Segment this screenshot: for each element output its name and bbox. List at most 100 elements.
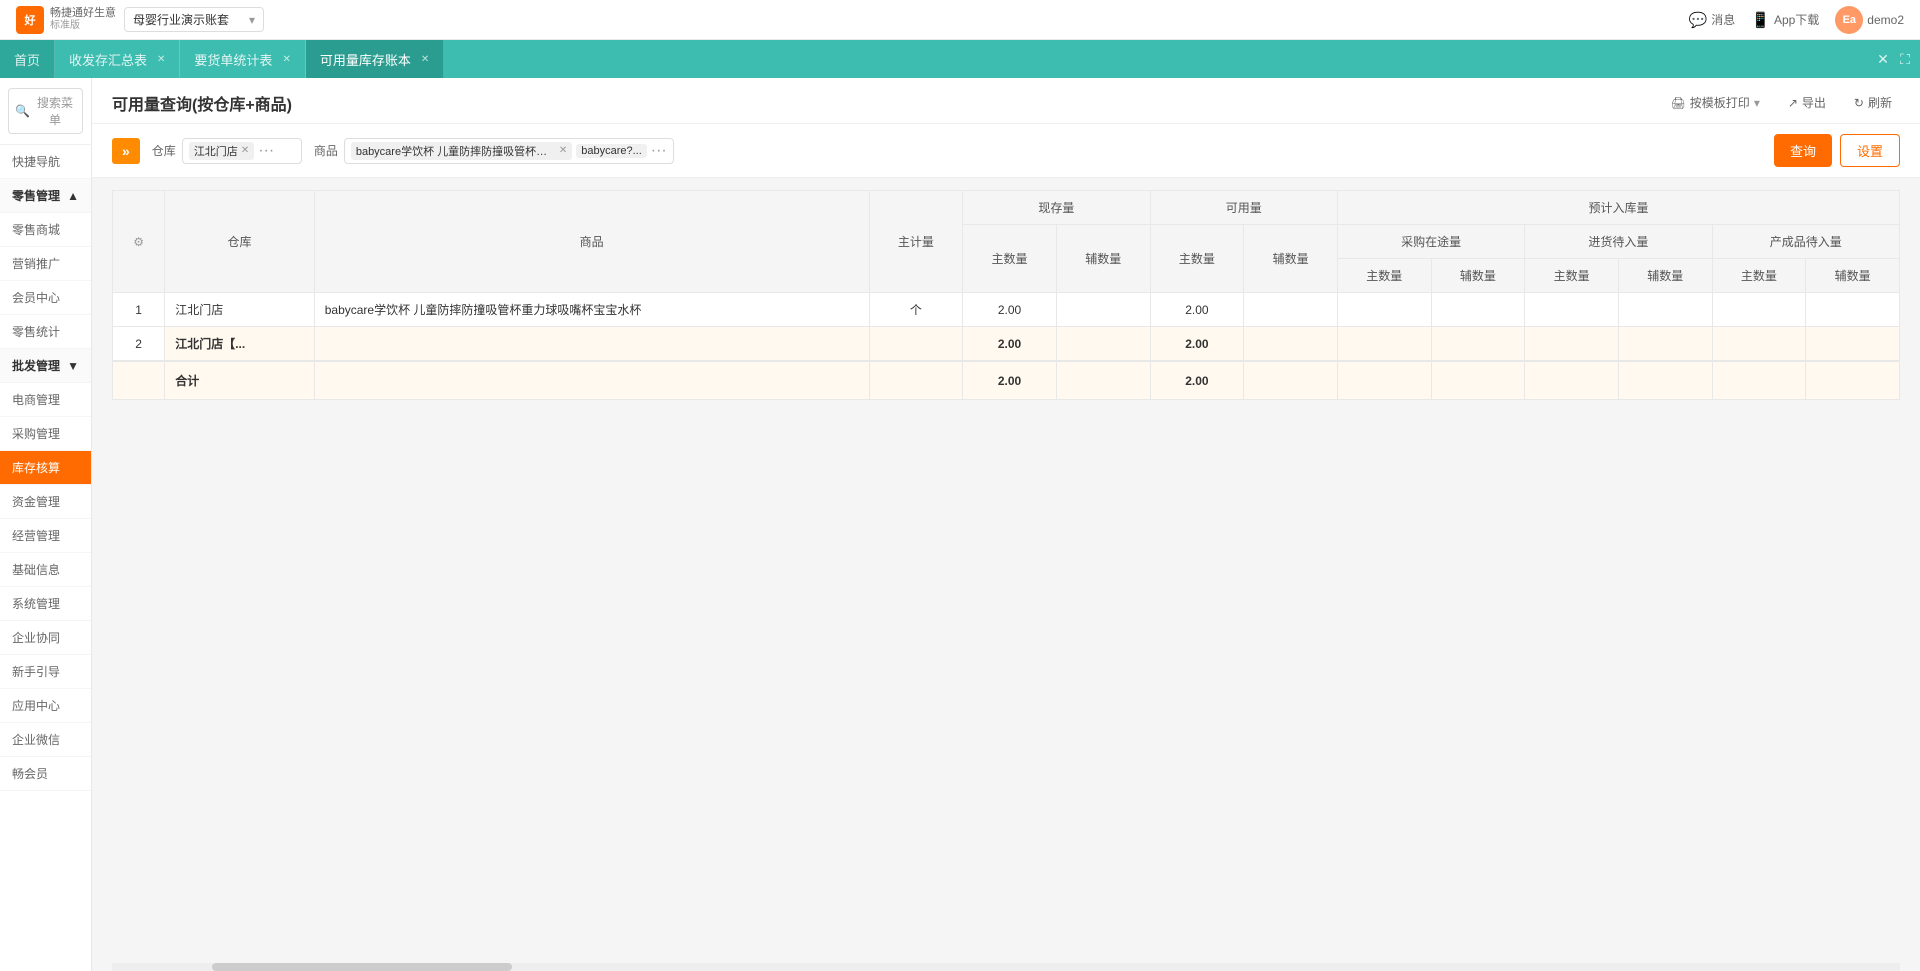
user-profile[interactable]: Ea demo2 [1835, 6, 1904, 34]
product-tags[interactable]: babycare学饮杯 儿童防摔防撞吸管杯重力球吸嘴杯宝宝水杯 ✕ babyca… [344, 138, 674, 164]
sidebar-item-system[interactable]: 系统管理 [0, 587, 91, 621]
page-title: 可用量查询(按仓库+商品) [112, 91, 292, 115]
logo-area: 好 畅捷通好生意 标准版 [16, 6, 116, 34]
th-product-aux: 辅数量 [1806, 259, 1900, 293]
close-window-btn[interactable]: ✕ [1876, 52, 1890, 66]
export-icon: ↗ [1788, 96, 1798, 110]
tab-close-receipts[interactable]: ✕ [157, 54, 165, 65]
table-row: 1 江北门店 babycare学饮杯 儿童防摔防撞吸管杯重力球吸嘴杯宝宝水杯 个… [113, 293, 1900, 327]
footer-avail-aux [1244, 361, 1338, 400]
sidebar-item-operations[interactable]: 经营管理 [0, 519, 91, 553]
footer-label: 合计 [165, 361, 315, 400]
content-area: 可用量查询(按仓库+商品) 🖨 按模板打印 ▾ ↗ 导出 ↻ 刷新 » [92, 78, 1920, 971]
sidebar-item-wholesale-mgmt[interactable]: 批发管理 ▼ [0, 349, 91, 383]
tab-close-order-stats[interactable]: ✕ [282, 54, 290, 65]
footer-product-main [1712, 361, 1806, 400]
footer-goods-aux [1618, 361, 1712, 400]
th-avail-aux: 辅数量 [1244, 225, 1338, 293]
cell-avail-aux-1 [1244, 293, 1338, 327]
product-more-dots[interactable]: ··· [651, 142, 667, 160]
footer-avail-main: 2.00 [1150, 361, 1244, 400]
refresh-btn[interactable]: ↻ 刷新 [1846, 90, 1900, 115]
tab-spacer [444, 40, 1868, 78]
th-stock-main: 主数量 [963, 225, 1057, 293]
th-unit: 主计量 [869, 191, 963, 293]
th-product: 商品 [314, 191, 869, 293]
sidebar-item-retail-stats[interactable]: 零售统计 [0, 315, 91, 349]
scroll-thumb[interactable] [212, 963, 512, 971]
column-settings-icon[interactable]: ⚙ [133, 235, 144, 249]
data-table: ⚙ 仓库 商品 主计量 现存量 可用量 预计入库量 主数量 辅数量 主数量 辅数… [112, 190, 1900, 400]
th-goods-waiting-group: 进货待入量 [1525, 225, 1712, 259]
sidebar-item-quick-nav[interactable]: 快捷导航 [0, 145, 91, 179]
download-icon: 📱 [1751, 11, 1770, 29]
sidebar-item-member-plus[interactable]: 畅会员 [0, 757, 91, 791]
top-bar-right: 💬 消息 📱 App下载 Ea demo2 [1689, 6, 1904, 34]
footer-goods-main [1525, 361, 1619, 400]
sidebar-item-member[interactable]: 会员中心 [0, 281, 91, 315]
warehouse-more-dots[interactable]: ··· [258, 142, 274, 160]
sidebar-item-new-guide[interactable]: 新手引导 [0, 655, 91, 689]
horizontal-scrollbar[interactable] [112, 963, 1900, 971]
cell-warehouse-2: 江北门店【... [165, 327, 315, 362]
tab-home[interactable]: 首页 [0, 40, 55, 78]
cell-unit-1: 个 [869, 293, 963, 327]
chevron-up-icon: ▲ [67, 189, 79, 203]
top-bar: 好 畅捷通好生意 标准版 母婴行业演示账套 ▾ 💬 消息 📱 App下载 Ea … [0, 0, 1920, 40]
footer-empty-product [314, 361, 869, 400]
logo-icon: 好 [16, 6, 44, 34]
query-btn[interactable]: 查询 [1774, 134, 1832, 167]
sidebar-item-purchase[interactable]: 采购管理 [0, 417, 91, 451]
cell-index-1: 1 [113, 293, 165, 327]
tab-bar: 首页 收发存汇总表 ✕ 要货单统计表 ✕ 可用量库存账本 ✕ ✕ ⛶ [0, 40, 1920, 78]
product-tag-1-close[interactable]: ✕ [559, 145, 567, 156]
cell-stock-aux-1 [1056, 293, 1150, 327]
sidebar-item-enterprise-wechat[interactable]: 企业微信 [0, 723, 91, 757]
product-filter: 商品 babycare学饮杯 儿童防摔防撞吸管杯重力球吸嘴杯宝宝水杯 ✕ bab… [314, 138, 674, 164]
cell-product-aux-2 [1806, 327, 1900, 362]
sidebar-search-btn[interactable]: 🔍 搜索菜单 [8, 88, 83, 134]
cell-goods-aux-1 [1618, 293, 1712, 327]
sidebar-item-retail-mall[interactable]: 零售商城 [0, 213, 91, 247]
cell-warehouse-1: 江北门店 [165, 293, 315, 327]
sidebar-item-enterprise-coop[interactable]: 企业协同 [0, 621, 91, 655]
filter-action-btns: 查询 设置 [1774, 134, 1900, 167]
warehouse-tags[interactable]: 江北门店 ✕ ··· [182, 138, 302, 164]
footer-product-aux [1806, 361, 1900, 400]
sidebar-item-app-center[interactable]: 应用中心 [0, 689, 91, 723]
cell-product-aux-1 [1806, 293, 1900, 327]
sidebar-item-ecommerce[interactable]: 电商管理 [0, 383, 91, 417]
filter-toggle-btn[interactable]: » [112, 138, 140, 164]
app-download-btn[interactable]: 📱 App下载 [1751, 11, 1819, 29]
tab-close-available-stock[interactable]: ✕ [421, 54, 429, 65]
tab-order-stats[interactable]: 要货单统计表 ✕ [180, 40, 305, 78]
th-settings[interactable]: ⚙ [113, 191, 165, 293]
warehouse-tag-close[interactable]: ✕ [241, 145, 249, 156]
search-icon: 🔍 [15, 104, 30, 118]
sidebar-item-basic-info[interactable]: 基础信息 [0, 553, 91, 587]
sidebar-item-retail-mgmt[interactable]: 零售管理 ▲ [0, 179, 91, 213]
product-tag-1: babycare学饮杯 儿童防摔防撞吸管杯重力球吸嘴杯宝宝水杯 ✕ [351, 142, 572, 160]
tab-receipts[interactable]: 收发存汇总表 ✕ [55, 40, 180, 78]
industry-selector[interactable]: 母婴行业演示账套 ▾ [124, 7, 264, 32]
th-product-waiting-group: 产成品待入量 [1712, 225, 1899, 259]
cell-product-main-2 [1712, 327, 1806, 362]
tab-available-stock[interactable]: 可用量库存账本 ✕ [306, 40, 444, 78]
sidebar-item-inventory[interactable]: 库存核算 [0, 451, 91, 485]
sidebar-item-marketing[interactable]: 营销推广 [0, 247, 91, 281]
cell-product-1: babycare学饮杯 儿童防摔防撞吸管杯重力球吸嘴杯宝宝水杯 [314, 293, 869, 327]
cell-product-2 [314, 327, 869, 362]
sidebar-item-finance[interactable]: 资金管理 [0, 485, 91, 519]
export-btn[interactable]: ↗ 导出 [1780, 90, 1834, 115]
cell-avail-aux-2 [1244, 327, 1338, 362]
cell-stock-main-1: 2.00 [963, 293, 1057, 327]
message-btn[interactable]: 💬 消息 [1689, 11, 1736, 29]
th-avail-main: 主数量 [1150, 225, 1244, 293]
chevron-down-icon: ▼ [67, 359, 79, 373]
maximize-window-btn[interactable]: ⛶ [1898, 52, 1912, 66]
settings-btn[interactable]: 设置 [1840, 134, 1900, 167]
print-template-btn[interactable]: 🖨 按模板打印 ▾ [1663, 90, 1768, 115]
cell-goods-main-2 [1525, 327, 1619, 362]
refresh-icon: ↻ [1854, 96, 1864, 110]
cell-unit-2 [869, 327, 963, 362]
